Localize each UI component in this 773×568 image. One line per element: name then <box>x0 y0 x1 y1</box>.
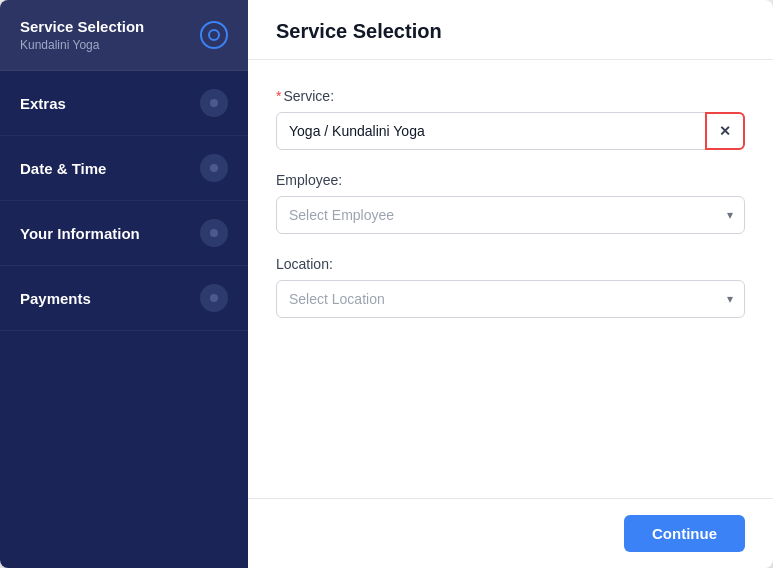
employee-label: Employee: <box>276 172 745 188</box>
sidebar-item-title: Service Selection <box>20 18 144 35</box>
required-star: * <box>276 88 281 104</box>
sidebar: Service Selection Kundalini Yoga Extras … <box>0 0 248 568</box>
step-icon-your-information <box>200 219 228 247</box>
employee-select-wrapper: Select Employee ▾ <box>276 196 745 234</box>
main-body: *Service: ✕ Employee: Select Employee ▾ <box>248 60 773 498</box>
service-input[interactable] <box>276 112 745 150</box>
sidebar-item-extras[interactable]: Extras <box>0 71 248 136</box>
sidebar-item-your-information[interactable]: Your Information <box>0 201 248 266</box>
location-select-wrapper: Select Location ▾ <box>276 280 745 318</box>
svg-point-0 <box>209 30 219 40</box>
service-label: *Service: <box>276 88 745 104</box>
service-field-group: *Service: ✕ <box>276 88 745 150</box>
continue-button[interactable]: Continue <box>624 515 745 552</box>
sidebar-item-service-selection[interactable]: Service Selection Kundalini Yoga <box>0 0 248 71</box>
step-icon-service <box>200 21 228 49</box>
sidebar-item-title: Your Information <box>20 225 140 242</box>
sidebar-item-payments[interactable]: Payments <box>0 266 248 331</box>
page-title: Service Selection <box>276 20 745 43</box>
sidebar-item-title: Payments <box>20 290 91 307</box>
employee-field-group: Employee: Select Employee ▾ <box>276 172 745 234</box>
step-icon-extras <box>200 89 228 117</box>
modal: Service Selection Kundalini Yoga Extras … <box>0 0 773 568</box>
location-select[interactable]: Select Location <box>276 280 745 318</box>
employee-select[interactable]: Select Employee <box>276 196 745 234</box>
main-header: Service Selection <box>248 0 773 60</box>
main-content: Service Selection *Service: ✕ Employee: … <box>248 0 773 568</box>
location-label: Location: <box>276 256 745 272</box>
sidebar-item-subtitle: Kundalini Yoga <box>20 38 144 52</box>
clear-service-button[interactable]: ✕ <box>705 112 745 150</box>
sidebar-item-title: Date & Time <box>20 160 106 177</box>
location-field-group: Location: Select Location ▾ <box>276 256 745 318</box>
step-icon-payments <box>200 284 228 312</box>
step-icon-date-time <box>200 154 228 182</box>
sidebar-item-title: Extras <box>20 95 66 112</box>
main-footer: Continue <box>248 498 773 568</box>
sidebar-item-date-time[interactable]: Date & Time <box>0 136 248 201</box>
service-input-wrapper: ✕ <box>276 112 745 150</box>
